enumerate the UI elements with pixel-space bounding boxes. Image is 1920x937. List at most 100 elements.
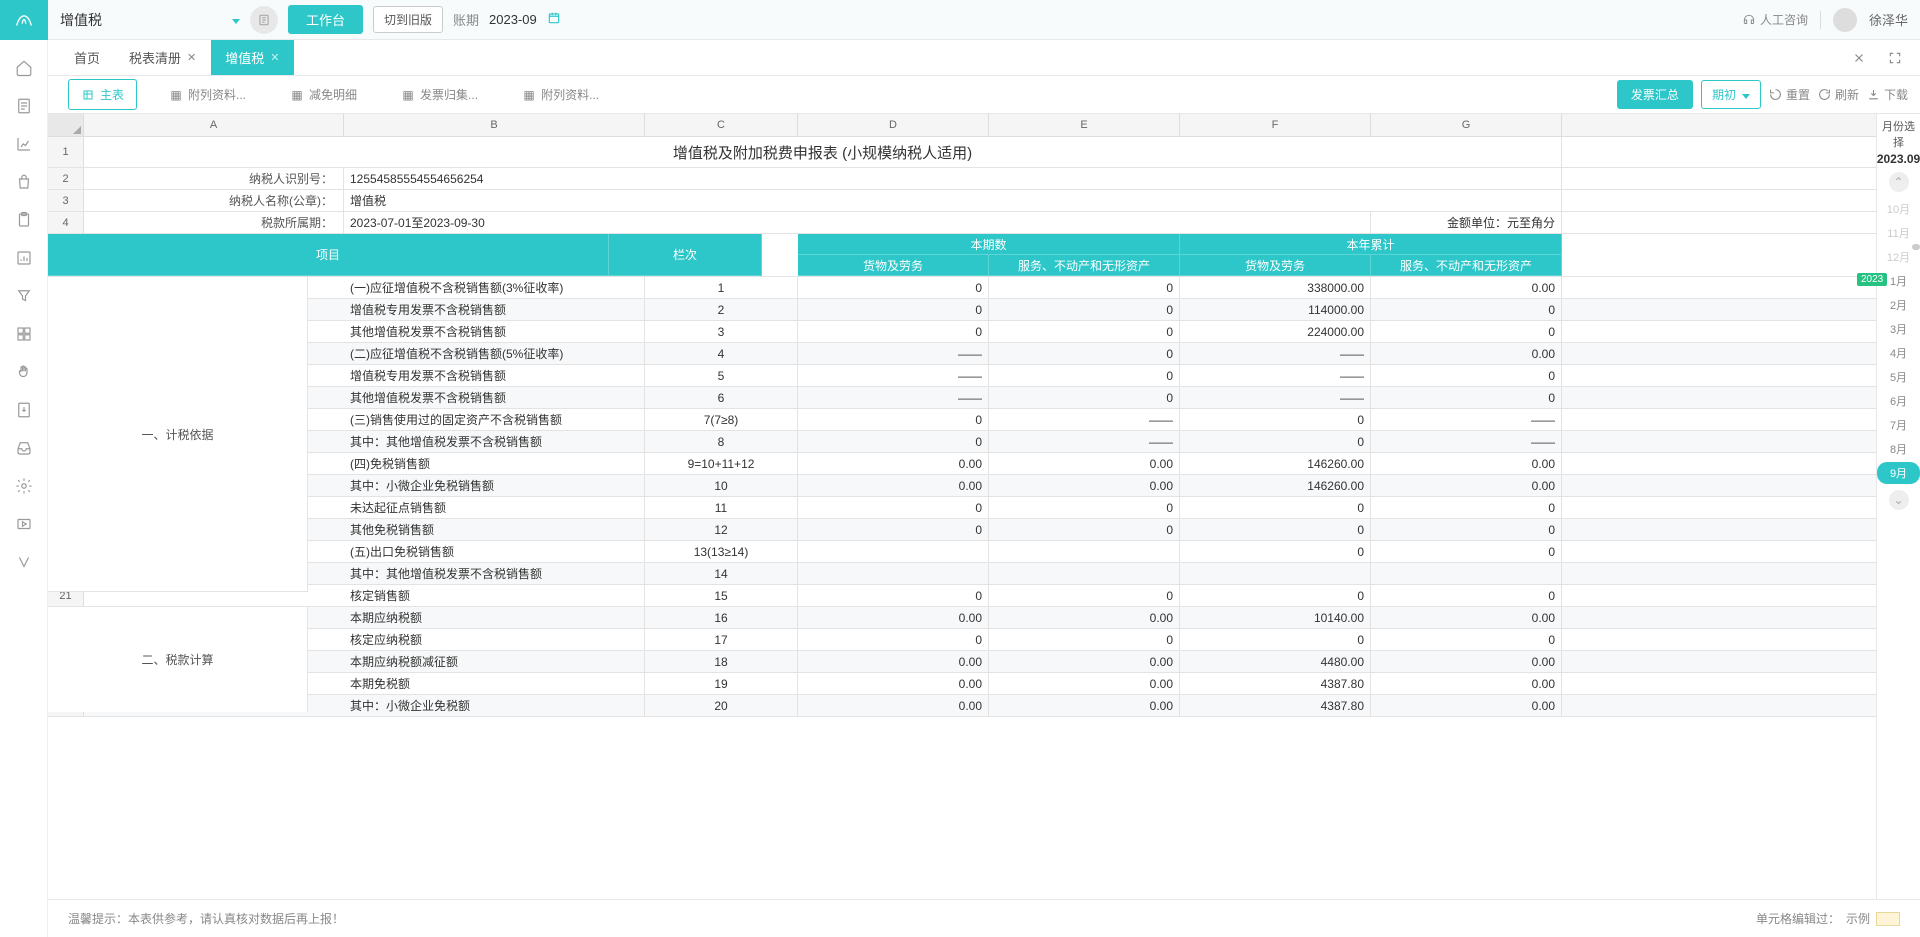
period-value[interactable]: 2023-09: [489, 12, 537, 27]
col-header[interactable]: D: [798, 114, 989, 136]
hand-icon[interactable]: [14, 362, 34, 382]
cell[interactable]: 19: [645, 673, 798, 694]
cell[interactable]: 其中：小微企业免税销售额: [344, 475, 645, 496]
row-header[interactable]: 1: [48, 137, 84, 167]
cell[interactable]: [1180, 563, 1371, 584]
cell[interactable]: ——: [798, 387, 989, 408]
cell[interactable]: 0.00: [1371, 277, 1562, 298]
col-header[interactable]: A: [84, 114, 344, 136]
cell[interactable]: 0: [798, 431, 989, 452]
cell[interactable]: 0.00: [1371, 343, 1562, 364]
cell[interactable]: 0: [989, 365, 1180, 386]
subtab-invoice[interactable]: ▦发票归集...: [389, 80, 490, 109]
row-header[interactable]: 3: [48, 190, 84, 211]
cell[interactable]: (二)应征增值税不含税销售额(5%征收率): [344, 343, 645, 364]
cell[interactable]: 14: [645, 563, 798, 584]
cell[interactable]: 16: [645, 607, 798, 628]
invoice-summary-button[interactable]: 发票汇总: [1617, 80, 1693, 109]
cell[interactable]: 0.00: [1371, 673, 1562, 694]
subtab-main[interactable]: 主表: [68, 79, 137, 110]
cell[interactable]: 核定应纳税额: [344, 629, 645, 650]
cell[interactable]: 0.00: [798, 475, 989, 496]
cell[interactable]: [989, 563, 1180, 584]
home-icon[interactable]: [14, 58, 34, 78]
select-all-corner[interactable]: [48, 114, 84, 136]
cell[interactable]: 未达起征点销售额: [344, 497, 645, 518]
month-item[interactable]: 10月: [1877, 198, 1920, 220]
close-icon[interactable]: ✕: [187, 51, 196, 64]
clipboard-icon[interactable]: [14, 210, 34, 230]
fullscreen-button[interactable]: [1882, 45, 1908, 71]
cell[interactable]: 8: [645, 431, 798, 452]
cell[interactable]: 3: [645, 321, 798, 342]
cell[interactable]: (一)应征增值税不含税销售额(3%征收率): [344, 277, 645, 298]
cell[interactable]: 0: [1180, 431, 1371, 452]
inbox-icon[interactable]: [14, 438, 34, 458]
cell[interactable]: 0: [798, 497, 989, 518]
notes-icon[interactable]: [250, 6, 278, 34]
cell[interactable]: 114000.00: [1180, 299, 1371, 320]
cell[interactable]: 11: [645, 497, 798, 518]
cell[interactable]: 0.00: [989, 607, 1180, 628]
month-item[interactable]: 5月: [1877, 366, 1920, 388]
cell[interactable]: 本期应纳税额减征额: [344, 651, 645, 672]
cell[interactable]: 0: [989, 519, 1180, 540]
cell[interactable]: 17: [645, 629, 798, 650]
cell[interactable]: 4: [645, 343, 798, 364]
cell[interactable]: 1: [645, 277, 798, 298]
cell[interactable]: 0: [989, 629, 1180, 650]
cell[interactable]: 0: [989, 343, 1180, 364]
cell[interactable]: 0.00: [989, 453, 1180, 474]
cell[interactable]: 6: [645, 387, 798, 408]
cell[interactable]: ——: [1371, 431, 1562, 452]
cell[interactable]: (三)销售使用过的固定资产不含税销售额: [344, 409, 645, 430]
username[interactable]: 徐泽华: [1869, 10, 1908, 29]
cell[interactable]: [798, 541, 989, 562]
download-button[interactable]: 下载: [1867, 86, 1908, 103]
month-item[interactable]: 8月: [1877, 438, 1920, 460]
cell[interactable]: ——: [1180, 365, 1371, 386]
tab-tax-list[interactable]: 税表清册✕: [115, 40, 211, 75]
cell[interactable]: 其他增值税发票不含税销售额: [344, 387, 645, 408]
cell[interactable]: [798, 563, 989, 584]
cell[interactable]: 146260.00: [1180, 453, 1371, 474]
col-header[interactable]: B: [344, 114, 645, 136]
cell[interactable]: 5: [645, 365, 798, 386]
video-icon[interactable]: [14, 514, 34, 534]
period-start-button[interactable]: 期初: [1701, 80, 1761, 109]
cell[interactable]: 核定销售额: [344, 585, 645, 606]
cell[interactable]: 本期应纳税额: [344, 607, 645, 628]
cell[interactable]: 4387.80: [1180, 695, 1371, 716]
cell[interactable]: 2: [645, 299, 798, 320]
switch-old-button[interactable]: 切到旧版: [373, 6, 443, 33]
cell[interactable]: ——: [989, 409, 1180, 430]
month-item[interactable]: 6月: [1877, 390, 1920, 412]
close-icon[interactable]: ✕: [270, 51, 279, 64]
cell[interactable]: (五)出口免税销售额: [344, 541, 645, 562]
cell[interactable]: 0.00: [989, 475, 1180, 496]
cell[interactable]: 0: [1371, 541, 1562, 562]
month-item[interactable]: 20231月: [1877, 270, 1920, 292]
cell[interactable]: 其中：其他增值税发票不含税销售额: [344, 431, 645, 452]
cell[interactable]: 0: [1180, 585, 1371, 606]
cell[interactable]: 0: [798, 299, 989, 320]
row-header[interactable]: 4: [48, 212, 84, 233]
month-item[interactable]: 3月: [1877, 318, 1920, 340]
report-icon[interactable]: [14, 248, 34, 268]
col-header[interactable]: C: [645, 114, 798, 136]
cell[interactable]: 0.00: [989, 695, 1180, 716]
month-item[interactable]: 11月: [1877, 222, 1920, 244]
cell[interactable]: 10140.00: [1180, 607, 1371, 628]
workbench-button[interactable]: 工作台: [288, 5, 363, 34]
cell[interactable]: 0: [798, 277, 989, 298]
reset-button[interactable]: 重置: [1769, 86, 1810, 103]
cell[interactable]: 0.00: [798, 651, 989, 672]
cell[interactable]: 20: [645, 695, 798, 716]
cell[interactable]: 0: [1180, 497, 1371, 518]
document-icon[interactable]: [14, 96, 34, 116]
cell[interactable]: ——: [1371, 409, 1562, 430]
cell[interactable]: 15: [645, 585, 798, 606]
cell[interactable]: 0.00: [989, 673, 1180, 694]
cell[interactable]: 0: [1180, 519, 1371, 540]
cell[interactable]: 0.00: [798, 453, 989, 474]
